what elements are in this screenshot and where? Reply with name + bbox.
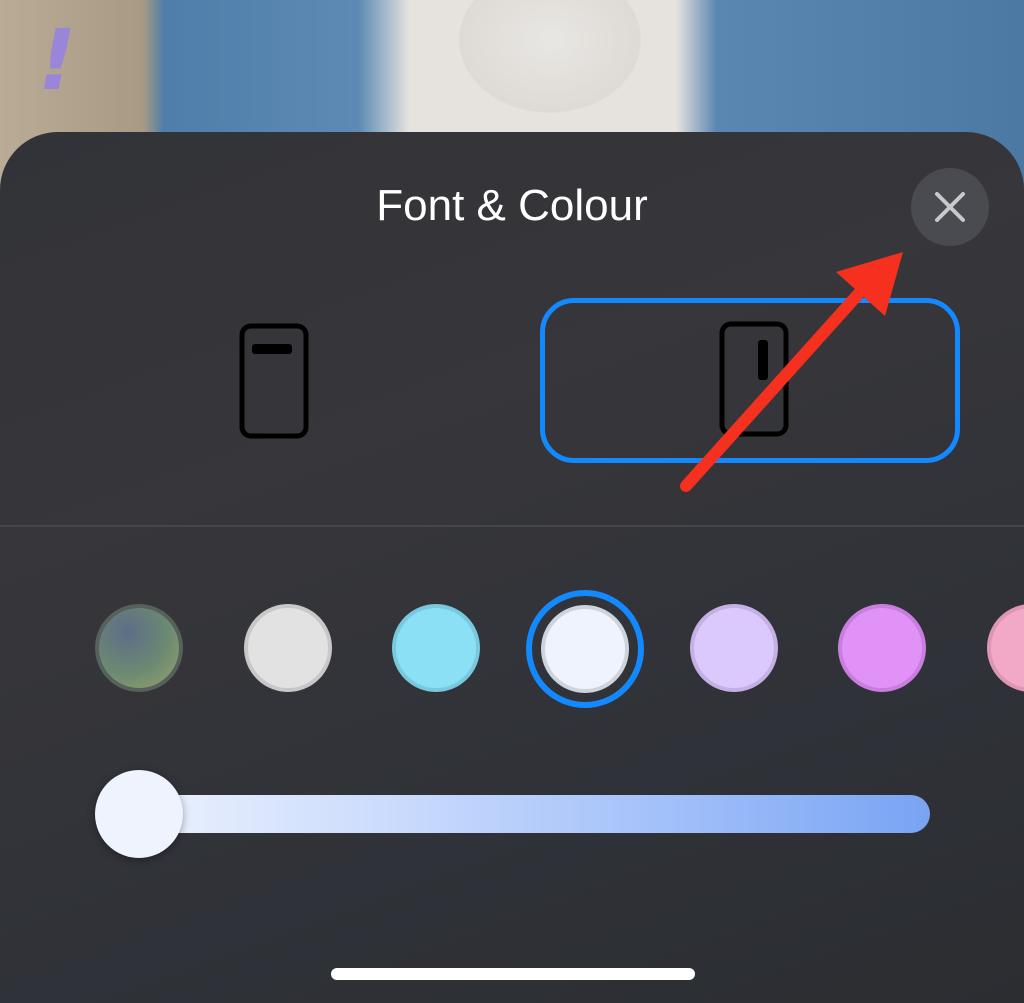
phone-vertical-time-icon [719,321,789,437]
exclamation-mark-icon: ! [38,11,77,109]
sheet-title: Font & Colour [376,181,648,230]
colour-slider-thumb[interactable] [95,770,183,858]
swatch-gradient[interactable] [95,604,183,692]
close-icon [935,192,965,222]
layout-option-vertical[interactable] [540,298,960,463]
font-colour-sheet [0,132,1024,1003]
close-button[interactable] [911,168,989,246]
swatch-light-grey[interactable] [244,604,332,692]
home-indicator[interactable] [331,968,695,980]
swatch-white[interactable] [541,605,629,693]
layout-option-horizontal[interactable] [150,300,400,465]
colour-slider-track[interactable] [120,795,930,833]
swatch-violet[interactable] [838,604,926,692]
section-divider [0,525,1024,527]
swatch-lavender[interactable] [690,604,778,692]
swatch-cyan[interactable] [392,604,480,692]
phone-horizontal-time-icon [239,323,309,439]
